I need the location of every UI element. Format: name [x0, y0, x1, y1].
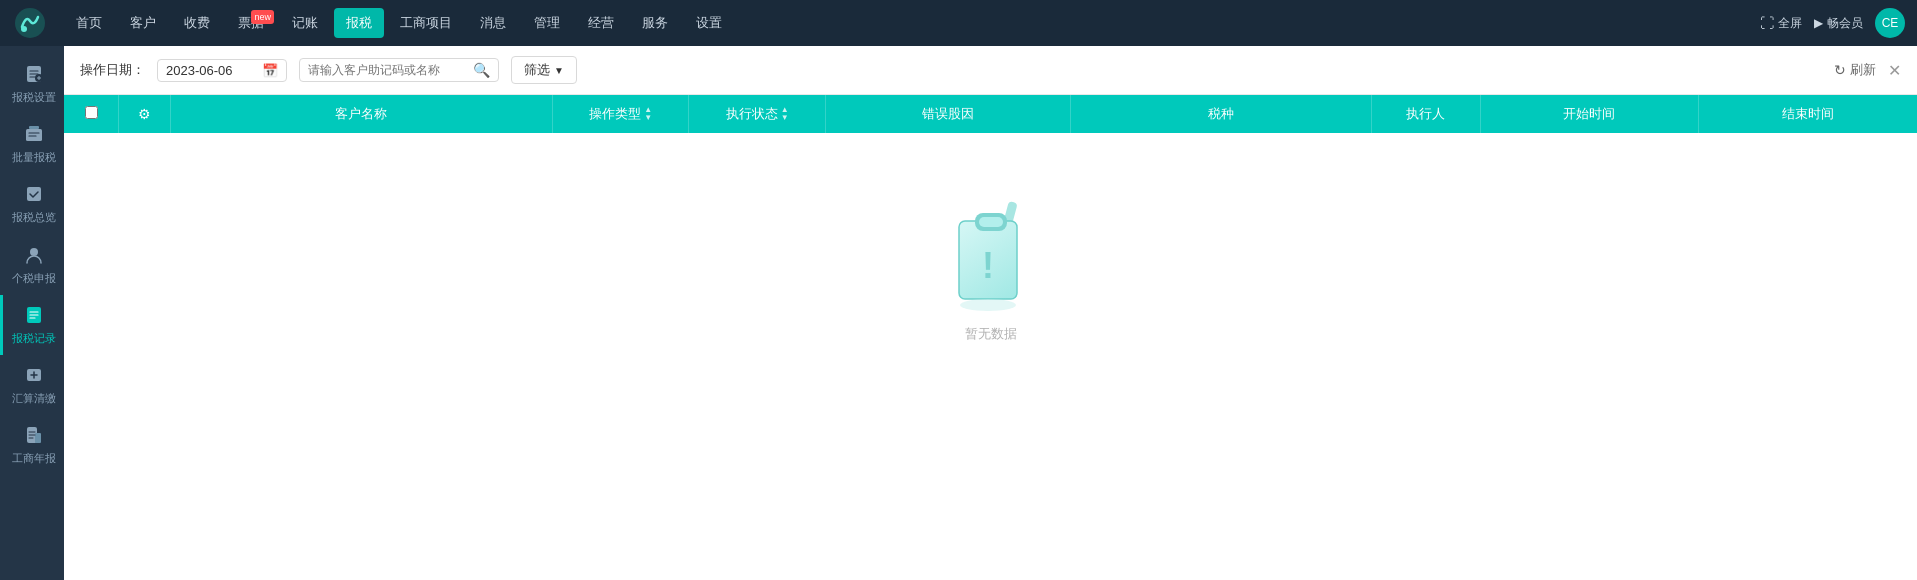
sidebar-item-tax-record[interactable]: 报税记录	[0, 295, 64, 355]
sidebar-item-batch-tax[interactable]: 批量报税	[0, 114, 64, 174]
nav-item-home[interactable]: 首页	[64, 8, 114, 38]
new-badge: new	[251, 10, 274, 24]
select-all-checkbox[interactable]	[85, 106, 98, 119]
filter-label-text: 筛选	[524, 61, 550, 79]
fullscreen-button[interactable]: ⛶ 全屏	[1760, 15, 1802, 32]
avatar[interactable]: CE	[1875, 8, 1905, 38]
exec-status-sort-icon[interactable]: ▲▼	[781, 106, 789, 122]
empty-text: 暂无数据	[965, 325, 1017, 343]
op-type-sort-icon[interactable]: ▲▼	[644, 106, 652, 122]
svg-rect-11	[35, 433, 41, 443]
tax-settings-icon	[24, 64, 44, 87]
data-table: ⚙ 客户名称 操作类型 ▲▼ 执行状态 ▲▼	[64, 95, 1917, 383]
sidebar-item-settlement-label: 汇算清缴	[12, 392, 56, 405]
main-layout: 报税设置 批量报税 报税总览	[0, 46, 1917, 580]
sidebar-item-tax-summary[interactable]: 报税总览	[0, 174, 64, 234]
sidebar-item-tax-settings[interactable]: 报税设置	[0, 54, 64, 114]
th-exec-status[interactable]: 执行状态 ▲▼	[689, 95, 825, 133]
nav-item-service[interactable]: 服务	[630, 8, 680, 38]
th-start-time: 开始时间	[1480, 95, 1698, 133]
nav-item-client[interactable]: 客户	[118, 8, 168, 38]
member-button[interactable]: ▶ 畅会员	[1814, 15, 1863, 32]
annual-report-icon	[24, 425, 44, 448]
member-label: 畅会员	[1827, 15, 1863, 32]
nav-item-manage[interactable]: 管理	[522, 8, 572, 38]
settings-icon[interactable]: ⚙	[138, 106, 151, 122]
nav-item-fee[interactable]: 收费	[172, 8, 222, 38]
date-label: 操作日期：	[80, 61, 145, 79]
sidebar-item-personal-tax[interactable]: 个税申报	[0, 235, 64, 295]
th-client-name: 客户名称	[170, 95, 552, 133]
nav-item-message[interactable]: 消息	[468, 8, 518, 38]
tax-summary-icon	[24, 184, 44, 207]
refresh-button[interactable]: ↻ 刷新	[1834, 61, 1876, 79]
th-error-reason: 错误股因	[825, 95, 1071, 133]
svg-point-7	[30, 248, 38, 256]
date-input[interactable]	[166, 63, 256, 78]
nav-item-account[interactable]: 记账	[280, 8, 330, 38]
th-settings[interactable]: ⚙	[119, 95, 171, 133]
fullscreen-label: 全屏	[1778, 15, 1802, 32]
empty-illustration: !	[941, 193, 1041, 313]
sidebar-item-annual-report[interactable]: 工商年报	[0, 415, 64, 475]
th-op-type[interactable]: 操作类型 ▲▼	[552, 95, 688, 133]
table-body: ! 暂	[64, 133, 1917, 383]
th-op-type-label: 操作类型	[589, 105, 641, 123]
filter-bar: 操作日期： 📅 🔍 筛选 ▼ ↻ 刷新 ✕	[64, 46, 1917, 95]
sidebar: 报税设置 批量报税 报税总览	[0, 46, 64, 580]
empty-state: ! 暂	[64, 133, 1917, 383]
tax-record-icon	[24, 305, 44, 328]
sidebar-item-personal-tax-label: 个税申报	[12, 272, 56, 285]
sidebar-item-tax-summary-label: 报税总览	[12, 211, 56, 224]
th-exec-status-label: 执行状态	[726, 105, 778, 123]
batch-tax-icon	[24, 124, 44, 147]
close-button[interactable]: ✕	[1888, 61, 1901, 80]
svg-point-18	[960, 299, 1016, 311]
content-area: 操作日期： 📅 🔍 筛选 ▼ ↻ 刷新 ✕	[64, 46, 1917, 580]
svg-rect-4	[26, 129, 42, 141]
svg-point-1	[21, 26, 27, 32]
nav-right: ⛶ 全屏 ▶ 畅会员 CE	[1760, 8, 1905, 38]
nav-item-finance[interactable]: 经营	[576, 8, 626, 38]
search-icon[interactable]: 🔍	[473, 62, 490, 78]
avatar-text: CE	[1882, 16, 1899, 30]
nav-item-tax[interactable]: 报税	[334, 8, 384, 38]
nav-item-business[interactable]: 工商项目	[388, 8, 464, 38]
member-icon: ▶	[1814, 16, 1823, 30]
table-header: ⚙ 客户名称 操作类型 ▲▼ 执行状态 ▲▼	[64, 95, 1917, 133]
search-input[interactable]	[308, 63, 469, 77]
filter-button[interactable]: 筛选 ▼	[511, 56, 577, 84]
svg-rect-6	[27, 187, 41, 201]
svg-rect-16	[979, 217, 1003, 227]
sidebar-item-tax-record-label: 报税记录	[12, 332, 56, 345]
sidebar-item-batch-tax-label: 批量报税	[12, 151, 56, 164]
refresh-label: 刷新	[1850, 61, 1876, 79]
nav-item-settings[interactable]: 设置	[684, 8, 734, 38]
close-icon: ✕	[1888, 62, 1901, 79]
table-wrapper: ⚙ 客户名称 操作类型 ▲▼ 执行状态 ▲▼	[64, 95, 1917, 580]
personal-tax-icon	[24, 245, 44, 268]
sidebar-item-settlement[interactable]: 汇算清缴	[0, 355, 64, 415]
nav-item-invoice[interactable]: 票据new	[226, 8, 276, 38]
sidebar-item-tax-settings-label: 报税设置	[12, 91, 56, 104]
refresh-icon: ↻	[1834, 62, 1846, 78]
chevron-down-icon: ▼	[554, 65, 564, 76]
nav-items: 首页 客户 收费 票据new 记账 报税 工商项目 消息 管理 经营 服务 设置	[64, 8, 1760, 38]
th-executor: 执行人	[1371, 95, 1480, 133]
sidebar-item-annual-report-label: 工商年报	[12, 452, 56, 465]
top-navigation: 首页 客户 收费 票据new 记账 报税 工商项目 消息 管理 经营 服务 设置…	[0, 0, 1917, 46]
th-checkbox	[64, 95, 119, 133]
calendar-icon: 📅	[262, 63, 278, 78]
svg-text:!: !	[982, 245, 994, 286]
date-input-wrapper[interactable]: 📅	[157, 59, 287, 82]
logo[interactable]	[12, 5, 48, 41]
th-tax-type: 税种	[1071, 95, 1371, 133]
settlement-icon	[24, 365, 44, 388]
fullscreen-icon: ⛶	[1760, 15, 1774, 31]
th-end-time: 结束时间	[1699, 95, 1917, 133]
svg-rect-5	[29, 126, 39, 129]
search-wrapper[interactable]: 🔍	[299, 58, 499, 82]
